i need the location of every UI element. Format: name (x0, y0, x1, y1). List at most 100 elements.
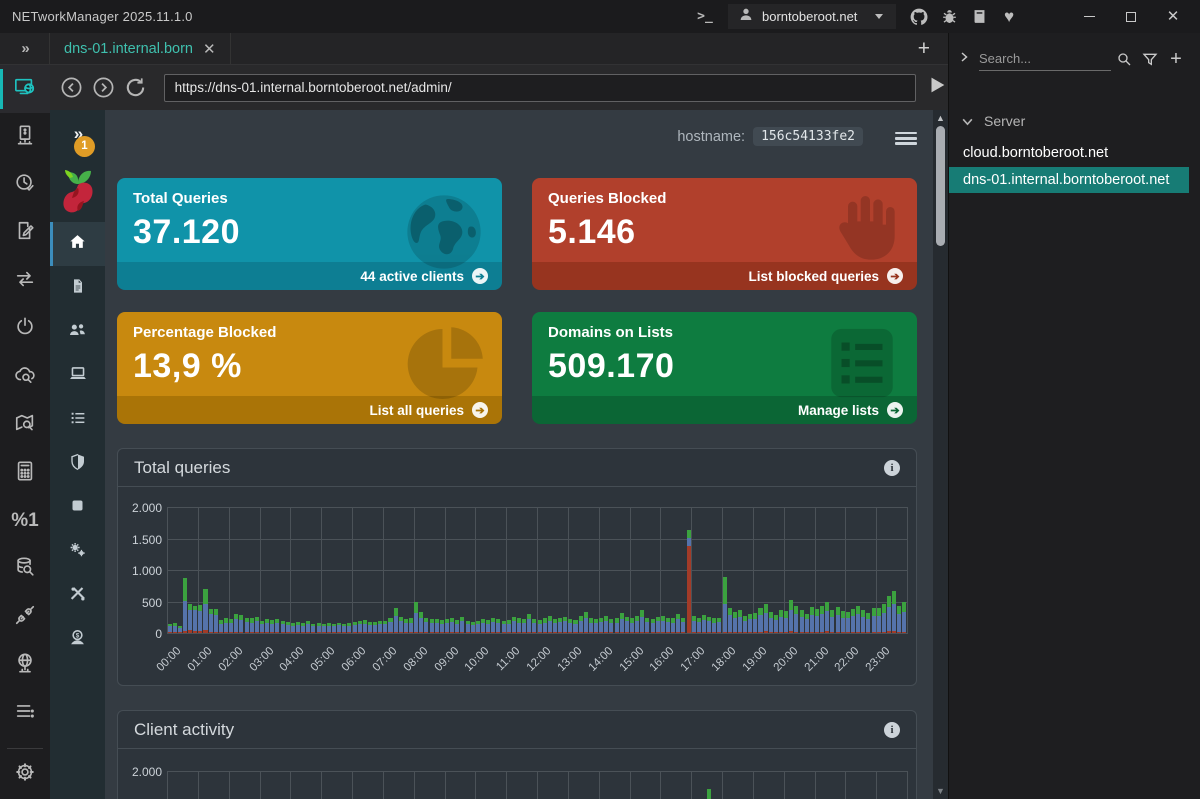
bar-permitted (630, 618, 634, 622)
bar-permitted (183, 578, 187, 601)
bar-permitted (733, 612, 737, 618)
web-console-icon (14, 76, 36, 103)
bar-cached (353, 625, 357, 632)
pihole-nav-list[interactable] (50, 398, 105, 442)
scroll-up-icon[interactable]: ▲ (933, 113, 948, 123)
tab-close-icon[interactable]: ✕ (203, 40, 216, 58)
tab-overflow-chevrons-icon[interactable]: » (0, 33, 50, 64)
gridline (537, 507, 538, 633)
bar-cached (209, 614, 213, 632)
sidebar-item-database-search[interactable] (0, 545, 50, 593)
pihole-sidebar: » 1 $ (50, 110, 105, 799)
pihole-nav-file[interactable] (50, 266, 105, 310)
pihole-nav-laptop[interactable] (50, 354, 105, 398)
bar-blocked (841, 632, 845, 633)
bar-permitted (502, 621, 506, 624)
pihole-nav-users[interactable] (50, 310, 105, 354)
bar-cached (296, 625, 300, 632)
pihole-nav-donate[interactable]: $ (50, 618, 105, 662)
bug-icon[interactable] (934, 0, 964, 33)
filter-icon[interactable] (1137, 51, 1163, 67)
bar-permitted (178, 626, 182, 628)
new-tab-button[interactable]: + (918, 37, 930, 61)
bar-cached (630, 623, 634, 632)
pihole-nav-shield[interactable] (50, 442, 105, 486)
sidebar-item-list-menu[interactable] (0, 689, 50, 737)
bar-cached (681, 622, 685, 632)
hamburger-menu-icon[interactable] (895, 129, 917, 148)
bar-cached (517, 623, 521, 632)
bar-blocked (573, 632, 577, 633)
search-icon[interactable] (1111, 51, 1137, 67)
plug-icon (14, 604, 36, 631)
pihole-nav-home[interactable] (50, 222, 105, 266)
sidebar-item-globe-network[interactable] (0, 641, 50, 689)
bar-cached (363, 624, 367, 632)
bar-blocked (178, 632, 182, 633)
heart-icon[interactable]: ♥ (994, 0, 1024, 33)
sidebar-item-calculator[interactable] (0, 449, 50, 497)
server-item[interactable]: dns-01.internal.borntoberoot.net (949, 167, 1189, 193)
panel-collapse-chevron-icon[interactable] (949, 50, 979, 68)
sidebar-item-power[interactable] (0, 305, 50, 353)
bar-blocked (527, 632, 531, 633)
bar-permitted (687, 530, 691, 538)
browser-tab[interactable]: dns-01.internal.born ✕ (50, 33, 231, 64)
tools-icon (69, 585, 87, 608)
bar-permitted (625, 617, 629, 622)
bar-blocked (455, 632, 459, 633)
sidebar-item-server-rack[interactable] (0, 113, 50, 161)
sidebar-item-plug[interactable] (0, 593, 50, 641)
terminal-icon[interactable]: >_ (690, 0, 720, 33)
docs-book-icon[interactable] (964, 0, 994, 33)
close-button[interactable]: ✕ (1152, 0, 1194, 33)
info-icon[interactable]: i (884, 722, 900, 738)
bar-cached (178, 628, 182, 632)
pihole-nav-tools[interactable] (50, 574, 105, 618)
search-input[interactable] (979, 47, 1111, 69)
y-axis-tick: 1.500 (120, 533, 162, 547)
go-icon[interactable] (926, 74, 948, 101)
github-icon[interactable] (904, 0, 934, 33)
sidebar-item-clock-check[interactable] (0, 161, 50, 209)
sidebar-item-swap-arrows[interactable] (0, 257, 50, 305)
webview-scrollbar[interactable]: ▲ ▼ (933, 110, 948, 799)
scrollbar-thumb[interactable] (936, 126, 945, 246)
scroll-down-icon[interactable]: ▼ (933, 786, 948, 796)
sidebar-item-web-console[interactable] (0, 65, 50, 113)
add-profile-icon[interactable]: + (1163, 48, 1189, 71)
sidebar-item-map-search[interactable] (0, 401, 50, 449)
gridline (568, 771, 569, 799)
bar-cached (846, 618, 850, 632)
bar-cached (255, 621, 259, 632)
bar-permitted (538, 620, 542, 623)
info-icon[interactable]: i (884, 460, 900, 476)
cloud-search-icon (14, 364, 36, 391)
bar-permitted (317, 623, 321, 626)
bar-blocked (476, 632, 480, 633)
server-item[interactable]: cloud.borntoberoot.net (949, 140, 1200, 166)
url-input[interactable] (164, 74, 916, 102)
pihole-logo-icon[interactable] (58, 168, 98, 220)
sidebar-item-percent-one[interactable]: %1 (0, 497, 50, 545)
server-group-header[interactable]: Server (949, 113, 1025, 129)
bar-permitted (296, 622, 300, 625)
gridline (167, 771, 168, 799)
pihole-nav-gears[interactable] (50, 530, 105, 574)
bar-blocked (353, 632, 357, 633)
bar-cached (789, 610, 793, 631)
maximize-button[interactable] (1110, 0, 1152, 33)
back-icon[interactable] (56, 76, 88, 99)
sidebar-item-document-edit[interactable] (0, 209, 50, 257)
swap-arrows-icon (14, 268, 36, 295)
globe-icon (400, 188, 488, 281)
sidebar-item-cloud-search[interactable] (0, 353, 50, 401)
bar-cached (214, 615, 218, 632)
account-dropdown[interactable]: borntoberoot.net (728, 4, 896, 29)
refresh-icon[interactable] (120, 76, 152, 99)
sidebar-item-settings[interactable] (0, 751, 50, 797)
bar-permitted (198, 605, 202, 611)
forward-icon[interactable] (88, 76, 120, 99)
minimize-button[interactable] (1068, 0, 1110, 33)
pihole-nav-square[interactable] (50, 486, 105, 530)
